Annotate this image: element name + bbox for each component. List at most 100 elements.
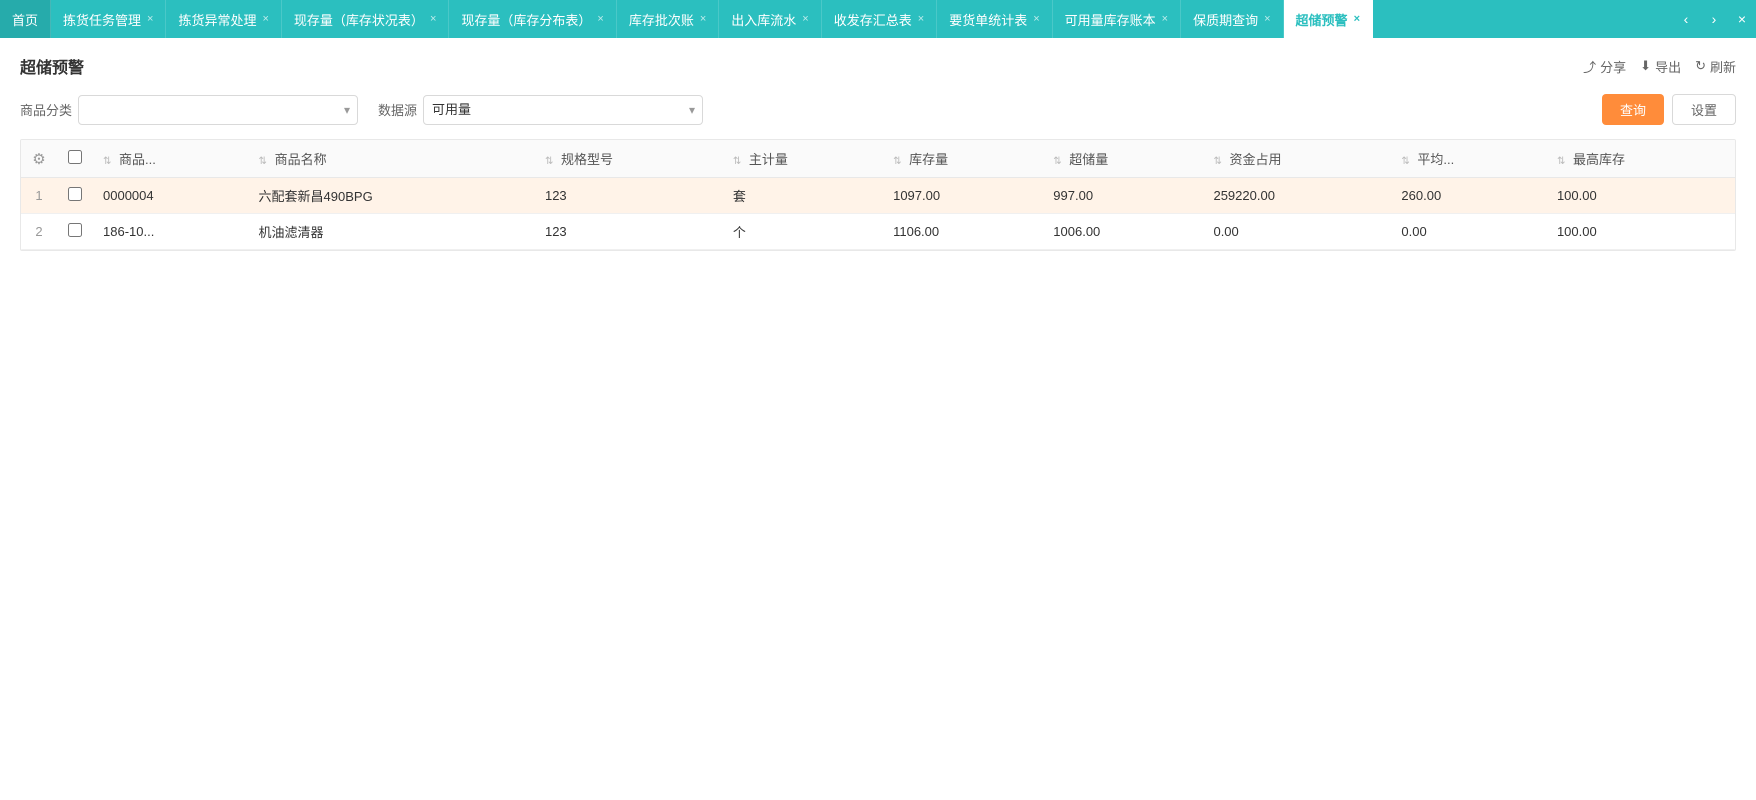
refresh-icon: ↻ — [1695, 58, 1706, 74]
cell-max-stock: 100.00 — [1547, 214, 1735, 250]
nav-left-arrow[interactable]: ‹ — [1672, 0, 1700, 38]
sort-icon: ⇅ — [1053, 156, 1061, 167]
nav-right-arrow[interactable]: › — [1700, 0, 1728, 38]
cell-unit: 个 — [723, 214, 883, 250]
nav-stock-status[interactable]: 现存量（库存状况表） × — [282, 0, 449, 38]
query-button[interactable]: 查询 — [1602, 94, 1664, 125]
cell-stock: 1097.00 — [883, 178, 1043, 214]
sort-icon: ⇅ — [103, 156, 111, 167]
col-product-code[interactable]: ⇅ 商品... — [93, 140, 249, 178]
category-select[interactable] — [78, 95, 358, 125]
category-label: 商品分类 — [20, 100, 72, 119]
table-row[interactable]: 1 0000004 六配套新昌490BPG 123 套 1097.00 997.… — [21, 178, 1735, 214]
filter-actions: 查询 设置 — [1602, 94, 1736, 125]
cell-product-code: 186-10... — [93, 214, 249, 250]
category-filter-group: 商品分类 ▾ — [20, 95, 358, 125]
sort-icon: ⇅ — [1557, 156, 1565, 167]
close-icon[interactable]: × — [1162, 13, 1168, 25]
col-overstock[interactable]: ⇅ 超储量 — [1043, 140, 1203, 178]
nav-expiry[interactable]: 保质期查询 × — [1181, 0, 1283, 38]
row-checkbox[interactable] — [68, 223, 82, 237]
col-stock[interactable]: ⇅ 库存量 — [883, 140, 1043, 178]
close-icon[interactable]: × — [802, 13, 808, 25]
close-icon[interactable]: × — [1033, 13, 1039, 25]
table-checkbox-header[interactable] — [57, 140, 93, 178]
cell-product-name: 六配套新昌490BPG — [249, 178, 535, 214]
col-product-name[interactable]: ⇅ 商品名称 — [249, 140, 535, 178]
nav-exception[interactable]: 拣货异常处理 × — [166, 0, 281, 38]
col-avg[interactable]: ⇅ 平均... — [1391, 140, 1547, 178]
col-spec[interactable]: ⇅ 规格型号 — [535, 140, 723, 178]
cell-capital: 259220.00 — [1203, 178, 1391, 214]
cell-avg: 0.00 — [1391, 214, 1547, 250]
top-nav: 首页 拣货任务管理 × 拣货异常处理 × 现存量（库存状况表） × 现存量（库存… — [0, 0, 1756, 38]
close-icon[interactable]: × — [147, 13, 153, 25]
page-title: 超储预警 — [20, 54, 84, 78]
sort-icon: ⇅ — [1401, 156, 1409, 167]
nav-summary[interactable]: 收发存汇总表 × — [822, 0, 937, 38]
nav-task-mgmt[interactable]: 拣货任务管理 × — [51, 0, 166, 38]
sort-icon: ⇅ — [259, 156, 267, 167]
close-icon[interactable]: × — [918, 13, 924, 25]
close-icon[interactable]: × — [700, 13, 706, 25]
table-header-row: ⚙ ⇅ 商品... ⇅ 商品名称 ⇅ 规格型号 — [21, 140, 1735, 178]
cell-unit: 套 — [723, 178, 883, 214]
cell-overstock: 997.00 — [1043, 178, 1203, 214]
nav-batch[interactable]: 库存批次账 × — [617, 0, 719, 38]
nav-home[interactable]: 首页 — [0, 0, 51, 38]
close-icon[interactable]: × — [430, 13, 436, 25]
close-icon[interactable]: × — [597, 13, 603, 25]
table-row[interactable]: 2 186-10... 机油滤清器 123 个 1106.00 1006.00 … — [21, 214, 1735, 250]
cell-product-code: 0000004 — [93, 178, 249, 214]
export-icon: ⬇ — [1640, 58, 1651, 74]
nav-available[interactable]: 可用量库存账本 × — [1053, 0, 1181, 38]
cell-stock: 1106.00 — [883, 214, 1043, 250]
nav-arrows: ‹ › × — [1672, 0, 1756, 38]
nav-overstock[interactable]: 超储预警 × — [1284, 0, 1373, 38]
nav-inout-flow[interactable]: 出入库流水 × — [719, 0, 821, 38]
export-button[interactable]: ⬇ 导出 — [1640, 57, 1681, 76]
row-checkbox-cell[interactable] — [57, 178, 93, 214]
cell-spec: 123 — [535, 178, 723, 214]
sort-icon: ⇅ — [1213, 156, 1221, 167]
close-icon[interactable]: × — [1264, 13, 1270, 25]
close-icon[interactable]: × — [262, 13, 268, 25]
data-table: ⚙ ⇅ 商品... ⇅ 商品名称 ⇅ 规格型号 — [21, 140, 1735, 250]
nav-close-arrow[interactable]: × — [1728, 0, 1756, 38]
sort-icon: ⇅ — [545, 156, 553, 167]
sort-icon: ⇅ — [733, 156, 741, 167]
row-checkbox-cell[interactable] — [57, 214, 93, 250]
page-content: 超储预警 ⤴ 分享 ⬇ 导出 ↻ 刷新 商品分类 ▾ — [0, 38, 1756, 800]
table-body: 1 0000004 六配套新昌490BPG 123 套 1097.00 997.… — [21, 178, 1735, 250]
gear-icon[interactable]: ⚙ — [32, 151, 45, 168]
share-button[interactable]: ⤴ 分享 — [1583, 57, 1626, 76]
table-settings-header[interactable]: ⚙ — [21, 140, 57, 178]
cell-avg: 260.00 — [1391, 178, 1547, 214]
col-unit[interactable]: ⇅ 主计量 — [723, 140, 883, 178]
col-max-stock[interactable]: ⇅ 最高库存 — [1547, 140, 1735, 178]
sort-icon: ⇅ — [893, 156, 901, 167]
nav-stock-dist[interactable]: 现存量（库存分布表） × — [449, 0, 616, 38]
cell-capital: 0.00 — [1203, 214, 1391, 250]
filter-row: 商品分类 ▾ 数据源 可用量 库存量 ▾ 查询 设置 — [20, 94, 1736, 125]
cell-max-stock: 100.00 — [1547, 178, 1735, 214]
cell-overstock: 1006.00 — [1043, 214, 1203, 250]
select-all-checkbox[interactable] — [68, 150, 82, 164]
datasource-select[interactable]: 可用量 库存量 — [423, 95, 703, 125]
row-number: 2 — [21, 214, 57, 250]
data-table-wrapper: ⚙ ⇅ 商品... ⇅ 商品名称 ⇅ 规格型号 — [20, 139, 1736, 251]
share-icon: ⤴ — [1583, 57, 1596, 76]
datasource-filter-group: 数据源 可用量 库存量 ▾ — [378, 95, 703, 125]
nav-demand[interactable]: 要货单统计表 × — [937, 0, 1052, 38]
page-header: 超储预警 ⤴ 分享 ⬇ 导出 ↻ 刷新 — [20, 54, 1736, 78]
col-capital[interactable]: ⇅ 资金占用 — [1203, 140, 1391, 178]
refresh-button[interactable]: ↻ 刷新 — [1695, 57, 1736, 76]
row-number: 1 — [21, 178, 57, 214]
cell-spec: 123 — [535, 214, 723, 250]
cell-product-name: 机油滤清器 — [249, 214, 535, 250]
row-checkbox[interactable] — [68, 187, 82, 201]
settings-button[interactable]: 设置 — [1672, 94, 1736, 125]
datasource-label: 数据源 — [378, 100, 417, 119]
header-actions: ⤴ 分享 ⬇ 导出 ↻ 刷新 — [1583, 57, 1736, 76]
close-icon[interactable]: × — [1354, 13, 1360, 25]
